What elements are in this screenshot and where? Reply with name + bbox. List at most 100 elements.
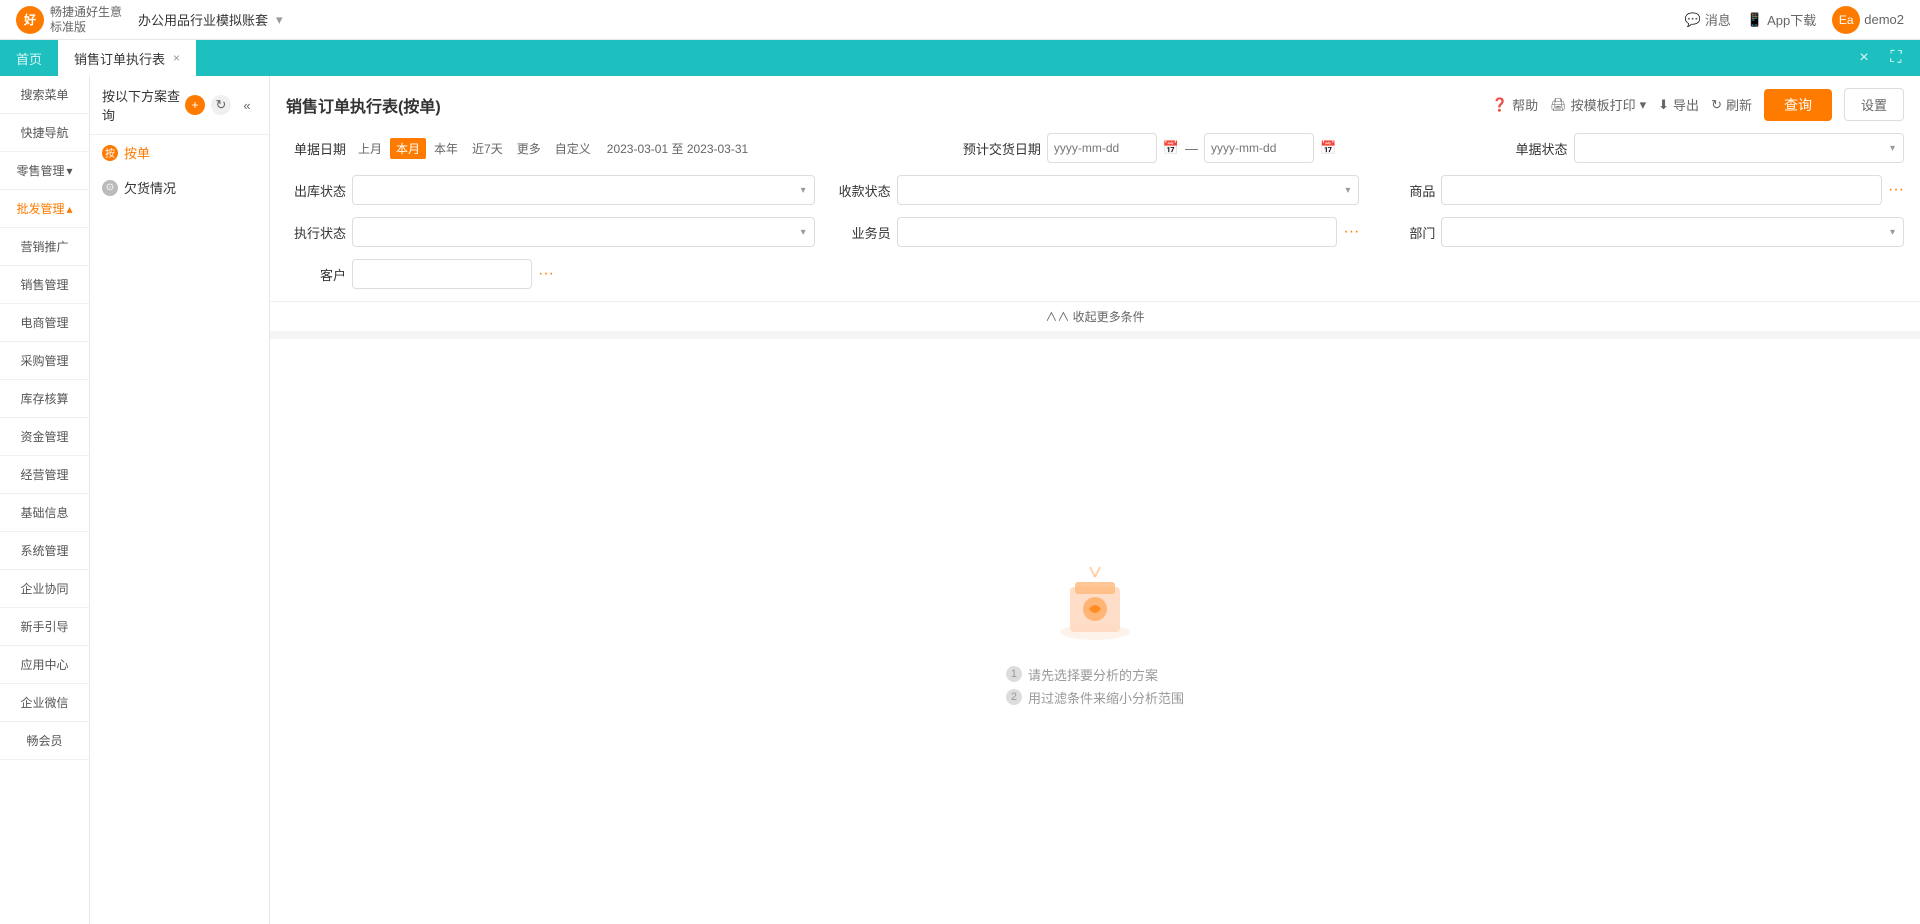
exec-status-select[interactable]: ▾ (352, 217, 815, 247)
sidebar-item-system[interactable]: 系统管理 (0, 532, 89, 570)
customer-more-icon[interactable]: ··· (538, 265, 554, 283)
date-range-text: 2023-03-01 至 2023-03-31 (607, 140, 748, 157)
sidebar-item-operation[interactable]: 经营管理 (0, 456, 89, 494)
payment-status-select[interactable]: ▾ (897, 175, 1360, 205)
sidebar-item-basic[interactable]: 基础信息 (0, 494, 89, 532)
doc-status-label: 单据状态 (1508, 139, 1568, 158)
payment-status-arrow-icon: ▾ (1345, 185, 1350, 196)
delivery-status-arrow-icon: ▾ (801, 185, 806, 196)
refresh-scheme-button[interactable]: ↻ (211, 95, 231, 115)
sidebar-item-enterprise[interactable]: 企业协同 (0, 570, 89, 608)
payment-status-label: 收款状态 (831, 181, 891, 200)
sidebar-item-purchase[interactable]: 采购管理 (0, 342, 89, 380)
sidebar-item-sales[interactable]: 销售管理 (0, 266, 89, 304)
date-tab-last-month[interactable]: 上月 (352, 138, 388, 159)
doc-status-select[interactable]: ▾ (1574, 133, 1905, 163)
app-download-action[interactable]: 📱 App下载 (1747, 10, 1816, 29)
tip-num-2: 2 (1006, 689, 1022, 705)
date-separator: — (1185, 141, 1198, 156)
system-title: 办公用品行业模拟账套 (138, 10, 268, 29)
filter-row-1: 单据日期 上月 本月 本年 近7天 更多 自定义 2023-03-01 至 20… (286, 133, 1904, 163)
add-scheme-button[interactable]: + (185, 95, 205, 115)
sidebar-item-finance[interactable]: 资金管理 (0, 418, 89, 456)
print-button[interactable]: 🖨 按模板打印 ▾ (1550, 95, 1646, 114)
sidebar-item-newbie[interactable]: 新手引导 (0, 608, 89, 646)
message-icon: 💬 (1685, 12, 1701, 28)
tab-home[interactable]: 首页 (0, 40, 58, 76)
sidebar-item-app-center[interactable]: 应用中心 (0, 646, 89, 684)
phone-icon: 📱 (1747, 12, 1763, 28)
logo-icon: 好 (16, 6, 44, 34)
delivery-status-select[interactable]: ▾ (352, 175, 815, 205)
exec-status-label: 执行状态 (286, 223, 346, 242)
product-more-icon[interactable]: ··· (1888, 181, 1904, 199)
scheme-shortage-icon: ⊙ (102, 180, 118, 196)
system-dropdown-icon[interactable]: ▾ (276, 12, 283, 28)
date-label: 单据日期 (286, 139, 346, 158)
sidebar-item-member[interactable]: 畅会员 (0, 722, 89, 760)
help-button[interactable]: ❓ 帮助 (1492, 95, 1538, 114)
settings-button[interactable]: 设置 (1844, 88, 1904, 121)
sidebar-item-ecommerce[interactable]: 电商管理 (0, 304, 89, 342)
print-dropdown-icon: ▾ (1640, 97, 1647, 113)
collapse-bar[interactable]: ∧∧ 收起更多条件 (270, 301, 1920, 331)
date-tab-more[interactable]: 更多 (511, 138, 547, 159)
filter-area: 单据日期 上月 本月 本年 近7天 更多 自定义 2023-03-01 至 20… (270, 121, 1920, 301)
message-action[interactable]: 💬 消息 (1685, 10, 1731, 29)
filter-salesperson-field: 业务员 ··· (831, 217, 1360, 247)
tab-close-icon[interactable]: × (173, 51, 180, 65)
left-panel-title: 按以下方案查询 (102, 86, 185, 124)
user-profile[interactable]: Ea demo2 (1832, 6, 1904, 34)
date-tab-this-month[interactable]: 本月 (390, 138, 426, 159)
dept-select[interactable]: ▾ (1441, 217, 1904, 247)
avatar: Ea (1832, 6, 1860, 34)
empty-tip-2: 2 用过滤条件来缩小分析范围 (1006, 688, 1184, 707)
doc-status-arrow-icon: ▾ (1890, 143, 1895, 154)
exec-status-arrow-icon: ▾ (801, 227, 806, 238)
logo-text: 畅捷通好生意 标准版 (50, 5, 122, 34)
sidebar-item-inventory[interactable]: 库存核算 (0, 380, 89, 418)
window-expand-icon[interactable]: ⛶ (1884, 46, 1908, 70)
date-tab-custom[interactable]: 自定义 (549, 138, 597, 159)
export-icon: ⬇ (1658, 97, 1669, 113)
page-actions: ❓ 帮助 🖨 按模板打印 ▾ ⬇ 导出 ↻ 刷新 (1492, 88, 1904, 121)
salesperson-input[interactable] (897, 217, 1338, 247)
dept-arrow-icon: ▾ (1890, 227, 1895, 238)
expected-date-end-input[interactable] (1204, 133, 1314, 163)
refresh-button[interactable]: ↻ 刷新 (1711, 95, 1752, 114)
filter-delivery-status-field: 出库状态 ▾ (286, 175, 815, 205)
right-main: 销售订单执行表(按单) ❓ 帮助 🖨 按模板打印 ▾ ⬇ 导出 (270, 76, 1920, 924)
sidebar-item-wechat[interactable]: 企业微信 (0, 684, 89, 722)
scheme-item-shortage[interactable]: ⊙ 欠货情况 (90, 170, 269, 205)
expected-date-start-input[interactable] (1047, 133, 1157, 163)
export-button[interactable]: ⬇ 导出 (1658, 95, 1699, 114)
customer-input[interactable] (352, 259, 532, 289)
salesperson-more-icon[interactable]: ··· (1343, 223, 1359, 241)
sidebar-item-search[interactable]: 搜索菜单 (0, 76, 89, 114)
page-title: 销售订单执行表(按单) (286, 93, 441, 117)
sidebar-item-wholesale[interactable]: 批发管理 ▴ (0, 190, 89, 228)
tab-bar-actions: × ⛶ (1852, 46, 1920, 70)
filter-doc-status-field: 单据状态 ▾ (1508, 133, 1905, 163)
date-tab-7days[interactable]: 近7天 (466, 138, 509, 159)
help-icon: ❓ (1492, 97, 1508, 113)
filter-product-field: 商品 ··· (1375, 175, 1904, 205)
filter-payment-status-field: 收款状态 ▾ (831, 175, 1360, 205)
product-input[interactable] (1441, 175, 1882, 205)
window-close-icon[interactable]: × (1852, 46, 1876, 70)
query-button[interactable]: 查询 (1764, 89, 1832, 121)
filter-exec-status-field: 执行状态 ▾ (286, 217, 815, 247)
print-icon: 🖨 (1550, 97, 1567, 113)
tab-sales-order[interactable]: 销售订单执行表 × (58, 40, 196, 76)
filter-dept-field: 部门 ▾ (1375, 217, 1904, 247)
sidebar-item-marketing[interactable]: 营销推广 (0, 228, 89, 266)
date-tab-this-year[interactable]: 本年 (428, 138, 464, 159)
page-title-bar: 销售订单执行表(按单) ❓ 帮助 🖨 按模板打印 ▾ ⬇ 导出 (270, 76, 1920, 121)
collapse-icon: « (243, 98, 250, 113)
left-panel-actions: + ↻ « (185, 95, 257, 115)
filter-row-4: 客户 ··· (286, 259, 1904, 289)
collapse-panel-button[interactable]: « (237, 95, 257, 115)
sidebar-item-retail[interactable]: 零售管理 ▾ (0, 152, 89, 190)
scheme-item-by-order[interactable]: 按 按单 (90, 135, 269, 170)
sidebar-item-quick-nav[interactable]: 快捷导航 (0, 114, 89, 152)
